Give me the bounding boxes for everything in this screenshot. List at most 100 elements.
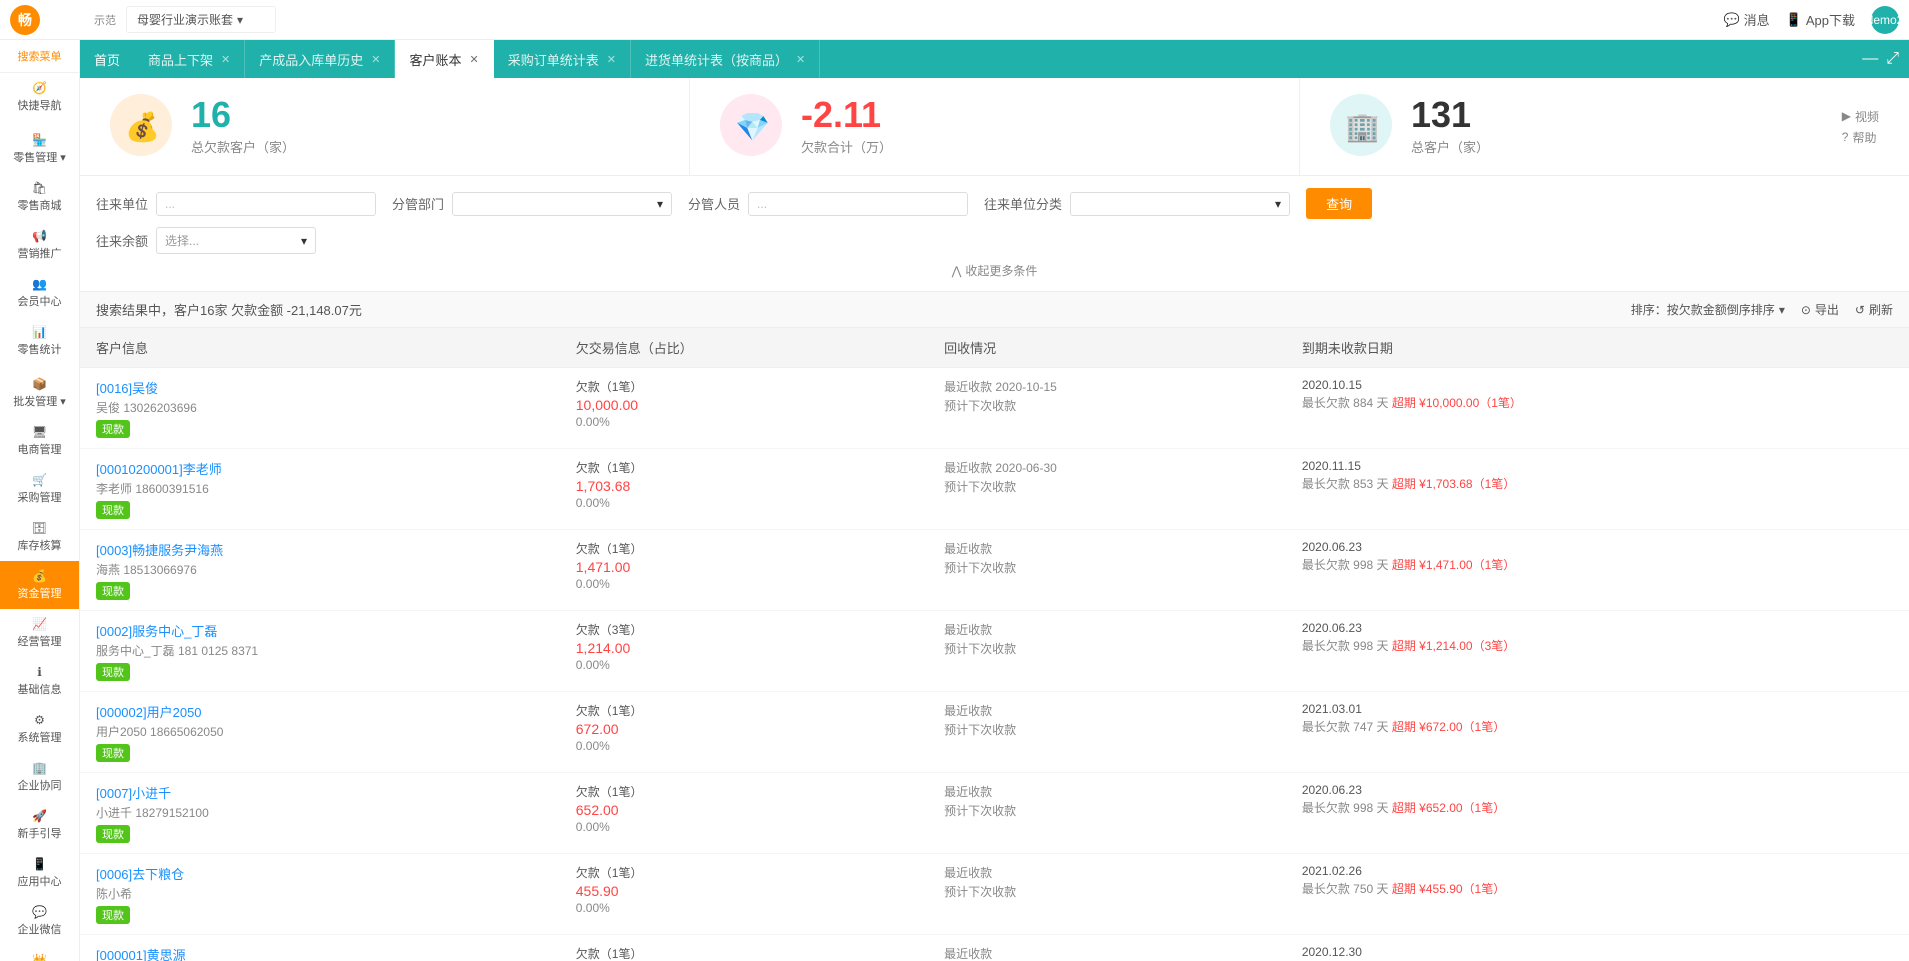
sidebar: 搜索菜单 🧭 快捷导航 🏪 零售管理 ▾ 🛍 零售商城 📢 营销推广 👥 会员中… bbox=[0, 40, 80, 961]
sidebar-item-retail-stat[interactable]: 📊 零售统计 bbox=[0, 317, 79, 365]
export-icon: ⊙ bbox=[1801, 303, 1811, 317]
debt-amount-4[interactable]: 672.00 bbox=[576, 721, 912, 737]
customer-name-3[interactable]: [0002]服务中心_丁磊 bbox=[96, 621, 544, 640]
filter-balance-select[interactable]: 选择... ▾ bbox=[156, 227, 316, 254]
app-download-btn[interactable]: 📱 App下载 bbox=[1786, 10, 1855, 29]
store-selector[interactable]: 母婴行业演示账套 ▾ bbox=[126, 6, 276, 33]
overdue-amount-2[interactable]: 超期 ¥1,471.00（1笔） bbox=[1392, 558, 1515, 572]
cell-debt-1: 欠款（1笔） 1,703.68 0.00% bbox=[560, 449, 928, 530]
customer-name-7[interactable]: [000001]黄思源 bbox=[96, 945, 544, 961]
tab-product-inbound[interactable]: 产成品入库单历史 ✕ bbox=[245, 40, 395, 78]
export-btn[interactable]: ⊙ 导出 bbox=[1801, 301, 1839, 318]
results-actions: 排序：按欠款金额倒序排序 ▾ ⊙ 导出 ↺ 刷新 bbox=[1631, 301, 1893, 318]
cell-customer-5: [0007]小进千 小进千 18279152100 现款 bbox=[80, 773, 560, 854]
sidebar-item-vip[interactable]: 👑 畅会员 bbox=[0, 945, 79, 961]
customer-phone-3: 服务中心_丁磊 181 0125 8371 bbox=[96, 642, 544, 659]
sidebar-item-retail-mgmt[interactable]: 🏪 零售管理 ▾ bbox=[0, 125, 79, 173]
filter-person-placeholder: ... bbox=[757, 197, 767, 211]
debt-amount-1[interactable]: 1,703.68 bbox=[576, 478, 912, 494]
cell-customer-4: [000002]用户2050 用户2050 18665062050 现款 bbox=[80, 692, 560, 773]
overdue-amount-6[interactable]: 超期 ¥455.90（1笔） bbox=[1392, 882, 1505, 896]
tab-product-shelf-close[interactable]: ✕ bbox=[221, 53, 230, 66]
results-sort[interactable]: 排序：按欠款金额倒序排序 ▾ bbox=[1631, 301, 1785, 318]
user-avatar[interactable]: demo2 bbox=[1871, 6, 1899, 34]
filter-from-unit-input[interactable]: ... bbox=[156, 192, 376, 216]
sidebar-item-inventory[interactable]: 🗄 库存核算 bbox=[0, 513, 79, 561]
sidebar-item-finance[interactable]: 💰 资金管理 bbox=[0, 561, 79, 609]
customer-tag-1: 现款 bbox=[96, 501, 130, 519]
debt-amount-2[interactable]: 1,471.00 bbox=[576, 559, 912, 575]
help-icon: ? bbox=[1842, 130, 1849, 144]
tab-inbound-stat[interactable]: 进货单统计表（按商品） ✕ bbox=[631, 40, 820, 78]
message-btn[interactable]: 💬 消息 bbox=[1723, 10, 1769, 29]
tab-product-inbound-close[interactable]: ✕ bbox=[371, 53, 380, 66]
filter-unit-class-select[interactable]: ▾ bbox=[1070, 192, 1290, 216]
table-row: [000001]黄思源 黄思源 13552700226 现款 欠款（1笔） 42… bbox=[80, 935, 1909, 961]
message-icon: 💬 bbox=[1723, 12, 1739, 28]
customer-name-1[interactable]: [00010200001]李老师 bbox=[96, 459, 544, 478]
cell-due-5: 2020.06.23 最长欠款 998 天 超期 ¥652.00（1笔） bbox=[1286, 773, 1909, 854]
sidebar-item-marketing[interactable]: 📢 营销推广 bbox=[0, 221, 79, 269]
sidebar-item-nav[interactable]: 🧭 快捷导航 bbox=[0, 73, 79, 121]
customer-name-0[interactable]: [0016]吴俊 bbox=[96, 378, 544, 397]
tab-inbound-stat-close[interactable]: ✕ bbox=[796, 53, 805, 66]
customer-name-5[interactable]: [0007]小进千 bbox=[96, 783, 544, 802]
table-row: [000002]用户2050 用户2050 18665062050 现款 欠款（… bbox=[80, 692, 1909, 773]
overdue-amount-3[interactable]: 超期 ¥1,214.00（3笔） bbox=[1392, 639, 1515, 653]
video-btn[interactable]: ▶ 视频 bbox=[1842, 108, 1879, 125]
sidebar-item-system[interactable]: ⚙ 系统管理 bbox=[0, 705, 79, 753]
overdue-amount-4[interactable]: 超期 ¥672.00（1笔） bbox=[1392, 720, 1505, 734]
col-debt-info: 欠交易信息（占比） bbox=[560, 328, 928, 368]
debt-percent-0: 0.00% bbox=[576, 415, 912, 429]
filter-person-input[interactable]: ... bbox=[748, 192, 968, 216]
ecommerce-icon: 🖥 bbox=[32, 425, 47, 439]
sidebar-item-basic-info[interactable]: ℹ 基础信息 bbox=[0, 657, 79, 705]
customer-name-4[interactable]: [000002]用户2050 bbox=[96, 702, 544, 721]
customer-tag-5: 现款 bbox=[96, 825, 130, 843]
sidebar-item-app-center[interactable]: 📱 应用中心 bbox=[0, 849, 79, 897]
cell-return-0: 最近收款 2020-10-15 预计下次收款 bbox=[928, 368, 1286, 449]
sidebar-item-purchase[interactable]: 🛒 采购管理 bbox=[0, 465, 79, 513]
tab-purchase-order-close[interactable]: ✕ bbox=[607, 53, 616, 66]
stat-value-debt-customers: 16 bbox=[191, 97, 295, 133]
overdue-amount-0[interactable]: 超期 ¥10,000.00（1笔） bbox=[1392, 396, 1522, 410]
sidebar-item-guide[interactable]: 🚀 新手引导 bbox=[0, 801, 79, 849]
customer-name-6[interactable]: [0006]去下粮仓 bbox=[96, 864, 544, 883]
debt-amount-0[interactable]: 10,000.00 bbox=[576, 397, 912, 413]
sidebar-item-operation[interactable]: 📈 经营管理 bbox=[0, 609, 79, 657]
customer-name-2[interactable]: [0003]畅捷服务尹海燕 bbox=[96, 540, 544, 559]
tab-product-shelf[interactable]: 商品上下架 ✕ bbox=[134, 40, 245, 78]
debt-amount-5[interactable]: 652.00 bbox=[576, 802, 912, 818]
help-label: 帮助 bbox=[1852, 129, 1876, 146]
overdue-amount-1[interactable]: 超期 ¥1,703.68（1笔） bbox=[1392, 477, 1515, 491]
filter-dept-select[interactable]: ▾ bbox=[452, 192, 672, 216]
sidebar-item-retail-store[interactable]: 🛍 零售商城 bbox=[0, 173, 79, 221]
cell-return-4: 最近收款 预计下次收款 bbox=[928, 692, 1286, 773]
help-btn[interactable]: ? 帮助 bbox=[1842, 129, 1879, 146]
stat-icon-2: 💎 bbox=[720, 94, 785, 159]
overdue-amount-5[interactable]: 超期 ¥652.00（1笔） bbox=[1392, 801, 1505, 815]
tab-purchase-order[interactable]: 采购订单统计表 ✕ bbox=[494, 40, 631, 78]
sidebar-item-wechat[interactable]: 💬 企业微信 bbox=[0, 897, 79, 945]
sidebar-item-enterprise[interactable]: 🏢 企业协同 bbox=[0, 753, 79, 801]
cell-customer-7: [000001]黄思源 黄思源 13552700226 现款 bbox=[80, 935, 560, 961]
return-next-2: 预计下次收款 bbox=[944, 559, 1270, 576]
stat-label-total-customers: 总客户（家） bbox=[1411, 137, 1489, 156]
debt-amount-3[interactable]: 1,214.00 bbox=[576, 640, 912, 656]
sidebar-item-batch-mgmt[interactable]: 📦 批发管理 ▾ bbox=[0, 369, 79, 417]
refresh-btn[interactable]: ↺ 刷新 bbox=[1855, 301, 1893, 318]
collapse-btn[interactable]: ⋀ 收起更多条件 bbox=[96, 262, 1893, 279]
tab-minimize-icon[interactable]: — bbox=[1862, 50, 1878, 68]
customer-phone-1: 李老师 18600391516 bbox=[96, 480, 544, 497]
tab-maximize-icon[interactable]: ⤢ bbox=[1886, 50, 1899, 68]
tab-customer-account[interactable]: 客户账本 ✕ bbox=[395, 40, 493, 78]
search-button[interactable]: 查询 bbox=[1306, 188, 1372, 219]
sidebar-search[interactable]: 搜索菜单 bbox=[0, 40, 79, 73]
sidebar-item-ecommerce[interactable]: 🖥 电商管理 bbox=[0, 417, 79, 465]
customer-phone-6: 陈小希 bbox=[96, 885, 544, 902]
tab-customer-account-close[interactable]: ✕ bbox=[470, 53, 479, 66]
debt-amount-6[interactable]: 455.90 bbox=[576, 883, 912, 899]
sidebar-item-member[interactable]: 👥 会员中心 bbox=[0, 269, 79, 317]
tab-home[interactable]: 首页 bbox=[80, 40, 134, 78]
cell-due-3: 2020.06.23 最长欠款 998 天 超期 ¥1,214.00（3笔） bbox=[1286, 611, 1909, 692]
